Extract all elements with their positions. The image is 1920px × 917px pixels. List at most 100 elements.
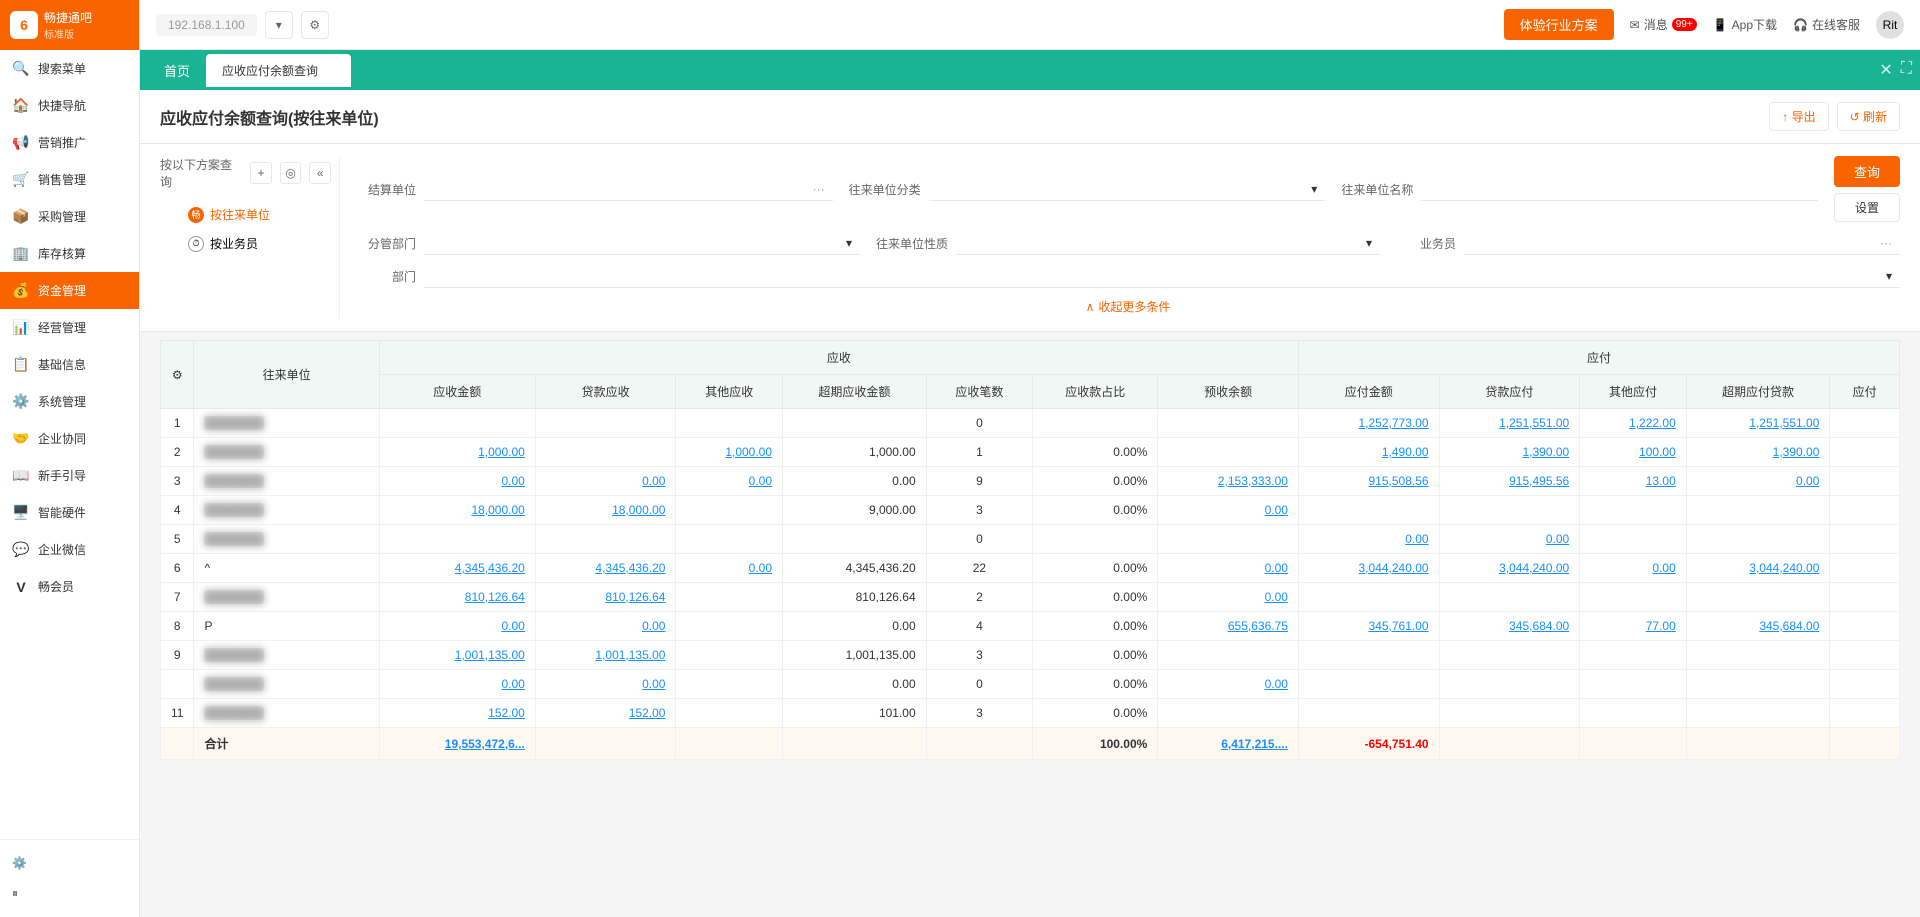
table-cell[interactable]: 0.00 [535,467,676,496]
fenguan-select[interactable]: ▾ [424,232,860,255]
table-cell[interactable]: 1,000.00 [379,438,535,467]
table-cell[interactable]: 0.00 [1686,467,1830,496]
table-cell[interactable]: 77.00 [1580,612,1687,641]
mingcheng-input[interactable] [1421,178,1818,201]
sidebar-item-operation[interactable]: 📊 经营管理 [0,309,139,346]
table-cell[interactable]: 1,001,135.00 [379,641,535,670]
yewuyuan-select[interactable]: ··· [1464,232,1900,255]
collapse-more-btn[interactable]: ∧ 收起更多条件 [356,298,1900,315]
table-settings-icon[interactable]: ⚙ [172,368,183,382]
fenlei-select[interactable]: ▾ [929,178,1326,201]
table-cell[interactable]: 0.00 [676,467,783,496]
total-yingshou-jin[interactable]: 19,553,472,6... [379,728,535,760]
table-cell: 0.00% [1033,583,1158,612]
table-cell[interactable]: 1,490.00 [1298,438,1439,467]
xingzhi-select[interactable]: ▾ [956,232,1380,255]
sidebar-item-sales[interactable]: 🛒 销售管理 [0,161,139,198]
bumen-select[interactable]: ▾ [424,265,1900,288]
sidebar-item-collab[interactable]: 🤝 企业协同 [0,420,139,457]
total-yushou[interactable]: 6,417,215.... [1158,728,1299,760]
table-cell[interactable]: 810,126.64 [535,583,676,612]
table-cell[interactable]: 1,001,135.00 [535,641,676,670]
table-cell[interactable]: 1,390.00 [1686,438,1830,467]
table-cell[interactable]: 152.00 [379,699,535,728]
settings-gear-btn[interactable]: ⚙ [301,11,329,39]
notification-item[interactable]: ✉ 消息 99+ [1630,16,1697,33]
online-service-item[interactable]: 🎧 在线客服 [1793,16,1860,33]
table-cell[interactable]: 0.00 [535,612,676,641]
table-cell[interactable]: 0.00 [535,670,676,699]
sidebar-collapse-btn[interactable]: ⏸ [0,878,139,909]
sidebar-settings-btn[interactable]: ⚙️ [0,848,139,878]
table-cell[interactable]: 4,345,436.20 [379,554,535,583]
sidebar-item-marketing[interactable]: 📢 营销推广 [0,124,139,161]
table-cell[interactable]: 1,390.00 [1439,438,1580,467]
refresh-btn[interactable]: ↺ 刷新 [1837,102,1900,131]
table-cell[interactable]: 810,126.64 [379,583,535,612]
sidebar-item-inventory[interactable]: 🏢 库存核算 [0,235,139,272]
table-cell[interactable]: 1,251,551.00 [1439,409,1580,438]
sidebar-item-guide[interactable]: 📖 新手引导 [0,457,139,494]
table-cell[interactable]: 1,252,773.00 [1298,409,1439,438]
filter-circle-btn[interactable]: ◎ [280,162,302,184]
sidebar-item-system[interactable]: ⚙️ 系统管理 [0,383,139,420]
table-cell[interactable]: 345,761.00 [1298,612,1439,641]
table-cell: 0.00% [1033,438,1158,467]
query-btn[interactable]: 查询 [1834,156,1900,187]
table-cell[interactable]: 0.00 [379,612,535,641]
industry-btn[interactable]: 体验行业方案 [1504,9,1614,40]
tab-close-btn[interactable]: × [328,64,335,78]
scheme-item-yewuyuan[interactable]: ⏱ 按业务员 [180,231,331,256]
table-cell[interactable]: 18,000.00 [379,496,535,525]
table-cell[interactable]: 4,345,436.20 [535,554,676,583]
table-cell[interactable]: 0.00 [1158,554,1299,583]
jiesuan-input[interactable]: ··· [424,178,833,201]
table-cell[interactable]: 3,044,240.00 [1686,554,1830,583]
tab-close-window-btn[interactable]: ✕ [1879,60,1892,80]
sidebar-item-basic[interactable]: 📋 基础信息 [0,346,139,383]
sidebar-item-wechat[interactable]: 💬 企业微信 [0,531,139,568]
table-cell[interactable]: 0.00 [1158,670,1299,699]
table-cell[interactable]: 0.00 [1298,525,1439,554]
tab-current[interactable]: 应收应付余额查询 × [206,54,351,87]
table-cell[interactable]: 0.00 [676,554,783,583]
table-cell[interactable]: 345,684.00 [1439,612,1580,641]
sidebar-item-search[interactable]: 🔍 搜索菜单 [0,50,139,87]
table-cell[interactable]: 3,044,240.00 [1439,554,1580,583]
table-cell[interactable]: 100.00 [1580,438,1687,467]
table-cell[interactable]: 1,251,551.00 [1686,409,1830,438]
tab-maximize-btn[interactable]: ⛶ [1901,60,1912,80]
table-cell[interactable]: 0.00 [1158,496,1299,525]
table-cell[interactable]: 152.00 [535,699,676,728]
table-cell[interactable]: 345,684.00 [1686,612,1830,641]
settings-th[interactable]: ⚙ [161,341,194,409]
dropdown-btn[interactable]: ▾ [265,11,293,39]
table-cell[interactable]: 0.00 [1439,525,1580,554]
table-cell[interactable]: 13.00 [1580,467,1687,496]
table-cell[interactable]: 0.00 [379,670,535,699]
table-cell[interactable]: 915,495.56 [1439,467,1580,496]
sidebar-item-member[interactable]: V 畅会员 [0,568,139,605]
tab-home[interactable]: 首页 [148,53,206,88]
sidebar-item-finance[interactable]: 💰 资金管理 [0,272,139,309]
app-download-item[interactable]: 📱 App下载 [1713,16,1777,33]
table-cell[interactable]: 0.00 [1580,554,1687,583]
user-avatar[interactable]: Rit [1876,11,1904,39]
table-cell[interactable]: 655,636.75 [1158,612,1299,641]
filter-collapse-btn[interactable]: « [309,162,331,184]
table-cell[interactable]: 1,222.00 [1580,409,1687,438]
sidebar-item-nav[interactable]: 🏠 快捷导航 [0,87,139,124]
setting-btn[interactable]: 设置 [1834,193,1900,222]
table-cell[interactable]: 1,000.00 [676,438,783,467]
sidebar-item-purchase[interactable]: 📦 采购管理 [0,198,139,235]
scheme-item-wanglai[interactable]: 畅 按往来单位 [180,202,331,227]
table-cell[interactable]: 0.00 [379,467,535,496]
table-cell[interactable]: 0.00 [1158,583,1299,612]
table-cell[interactable]: 2,153,333.00 [1158,467,1299,496]
export-btn[interactable]: ↑ 导出 [1769,102,1828,131]
filter-add-btn[interactable]: + [250,162,272,184]
table-cell[interactable]: 18,000.00 [535,496,676,525]
table-cell[interactable]: 3,044,240.00 [1298,554,1439,583]
table-cell[interactable]: 915,508.56 [1298,467,1439,496]
sidebar-item-hardware[interactable]: 🖥️ 智能硬件 [0,494,139,531]
